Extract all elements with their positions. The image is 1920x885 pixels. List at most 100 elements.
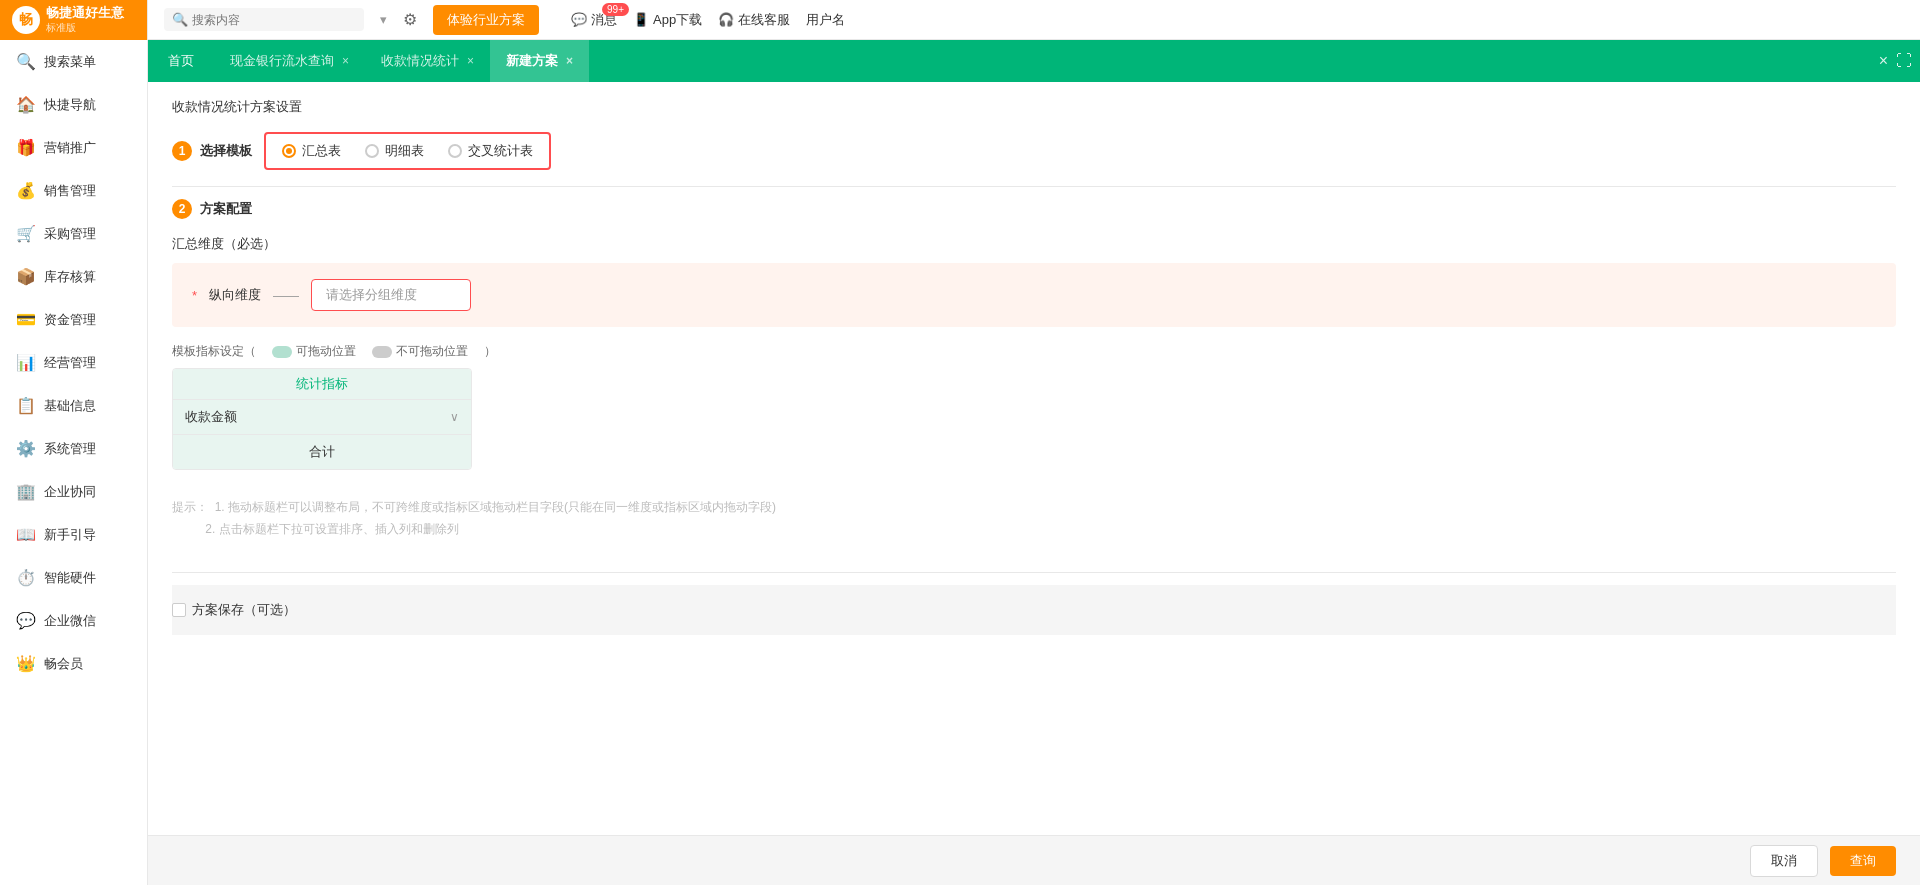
list-icon: 📋 [16, 396, 36, 415]
tabbar: 首页 现金银行流水查询 × 收款情况统计 × 新建方案 × × ⛶ [148, 40, 1920, 82]
sidebar-item-member[interactable]: 👑 畅会员 [0, 642, 147, 685]
main-area: 🔍 ▾ ⚙ 体验行业方案 💬 消息 99+ 📱 App下载 🎧 在线客服 用户名 [148, 0, 1920, 885]
step2-number: 2 [172, 199, 192, 219]
indicator-header: 统计指标 [173, 369, 471, 400]
bottom-action-bar: 取消 查询 [148, 835, 1920, 885]
indicator-table: 统计指标 收款金额 ∨ 合计 [172, 368, 472, 470]
dropdown-icon[interactable]: ▾ [380, 12, 387, 27]
download-icon: 📱 [633, 12, 649, 27]
sidebar-item-weixin[interactable]: 💬 企业微信 [0, 599, 147, 642]
enterprise-icon: 🏢 [16, 482, 36, 501]
tabbar-right-controls: × ⛶ [1879, 52, 1920, 70]
user-avatar[interactable]: 用户名 [806, 11, 845, 29]
tips-section: 提示： 1. 拖动标题栏可以调整布局，不可跨维度或指标区域拖动栏目字段(只能在同… [172, 497, 1896, 540]
search-icon: 🔍 [172, 12, 188, 27]
sidebar-item-operation[interactable]: 📊 经营管理 [0, 341, 147, 384]
service-button[interactable]: 🎧 在线客服 [718, 11, 790, 29]
sidebar-item-search[interactable]: 🔍 搜索菜单 [0, 40, 147, 83]
member-icon: 👑 [16, 654, 36, 673]
tab-receipt[interactable]: 收款情况统计 × [365, 40, 490, 82]
indicator-section-close: ） [484, 343, 496, 360]
tab-receipt-close[interactable]: × [467, 54, 474, 68]
step2-header: 2 方案配置 [172, 199, 1896, 219]
topbar-right: 💬 消息 99+ 📱 App下载 🎧 在线客服 用户名 [571, 11, 845, 29]
sidebar-nav: 🔍 搜索菜单 🏠 快捷导航 🎁 营销推广 💰 销售管理 🛒 采购管理 📦 库存核… [0, 40, 147, 885]
step1-section: 1 选择模板 汇总表 明细表 [172, 132, 1896, 170]
footer-save: 方案保存（可选） [172, 585, 1896, 635]
gift-icon: 🎁 [16, 138, 36, 157]
card-icon: 💳 [16, 310, 36, 329]
required-mark: * [192, 288, 197, 303]
hardware-icon: ⏱️ [16, 568, 36, 587]
trial-button[interactable]: 体验行业方案 [433, 5, 539, 35]
logo-icon: 畅 [12, 6, 40, 34]
step2-title: 方案配置 [200, 200, 252, 218]
sidebar-item-marketing[interactable]: 🎁 营销推广 [0, 126, 147, 169]
cancel-button[interactable]: 取消 [1750, 845, 1818, 877]
search-nav-icon: 🔍 [16, 52, 36, 71]
message-icon: 💬 [571, 12, 587, 27]
tab-home[interactable]: 首页 [148, 40, 214, 82]
legend-fixed: 不可拖动位置 [372, 343, 468, 360]
sidebar-item-purchase[interactable]: 🛒 采购管理 [0, 212, 147, 255]
indicator-legend: 模板指标设定（ 可拖动位置 不可拖动位置 ） [172, 343, 1896, 360]
page-title: 收款情况统计方案设置 [172, 98, 1896, 116]
sidebar-item-sales[interactable]: 💰 销售管理 [0, 169, 147, 212]
config-section: 汇总维度（必选） * 纵向维度 —— 请选择分组维度 [172, 235, 1896, 540]
sidebar-item-guide[interactable]: 📖 新手引导 [0, 513, 147, 556]
gear-nav-icon: ⚙️ [16, 439, 36, 458]
search-bar[interactable]: 🔍 [164, 8, 364, 31]
tip1: 提示： 1. 拖动标题栏可以调整布局，不可跨维度或指标区域拖动栏目字段(只能在同… [172, 497, 1896, 519]
sales-icon: 💰 [16, 181, 36, 200]
dimension-area: * 纵向维度 —— 请选择分组维度 [172, 263, 1896, 327]
step2-section: 2 方案配置 汇总维度（必选） * 纵向维度 —— 请选择分组维度 [172, 199, 1896, 540]
sidebar-item-system[interactable]: ⚙️ 系统管理 [0, 427, 147, 470]
page-wrapper: 收款情况统计方案设置 1 选择模板 汇总表 [148, 82, 1920, 835]
dimension-select[interactable]: 请选择分组维度 [311, 279, 471, 311]
dimension-row-label: 纵向维度 [209, 286, 261, 304]
tab-new-plan[interactable]: 新建方案 × [490, 40, 589, 82]
sidebar-item-enterprise[interactable]: 🏢 企业协同 [0, 470, 147, 513]
search-input[interactable] [192, 13, 352, 27]
download-button[interactable]: 📱 App下载 [633, 11, 702, 29]
amount-dropdown-icon[interactable]: ∨ [450, 410, 459, 424]
legend-movable: 可拖动位置 [272, 343, 356, 360]
sidebar: 畅 畅捷通好生意 标准版 🔍 搜索菜单 🏠 快捷导航 🎁 营销推广 💰 销售管理… [0, 0, 148, 885]
minimize-icon[interactable]: × [1879, 52, 1888, 70]
movable-indicator [272, 346, 292, 358]
radio-cross[interactable]: 交叉统计表 [448, 142, 533, 160]
fixed-indicator [372, 346, 392, 358]
tip2: 2. 点击标题栏下拉可设置排序、插入列和删除列 [172, 519, 1896, 541]
content-area: 收款情况统计方案设置 1 选择模板 汇总表 [148, 82, 1920, 885]
query-button[interactable]: 查询 [1830, 846, 1896, 876]
save-checkbox-label[interactable]: 方案保存（可选） [172, 601, 296, 619]
step1-title: 选择模板 [200, 142, 252, 160]
dimension-arrow: —— [273, 288, 299, 303]
sidebar-item-quick-nav[interactable]: 🏠 快捷导航 [0, 83, 147, 126]
radio-summary[interactable]: 汇总表 [282, 142, 341, 160]
sidebar-logo: 畅 畅捷通好生意 标准版 [0, 0, 147, 40]
sidebar-item-inventory[interactable]: 📦 库存核算 [0, 255, 147, 298]
sidebar-item-fund[interactable]: 💳 资金管理 [0, 298, 147, 341]
tab-bank-close[interactable]: × [342, 54, 349, 68]
indicator-row-amount[interactable]: 收款金额 ∨ [173, 400, 471, 435]
radio-cross-btn [448, 144, 462, 158]
dimension-title: 汇总维度（必选） [172, 235, 1896, 253]
radio-detail[interactable]: 明细表 [365, 142, 424, 160]
settings-icon[interactable]: ⚙ [403, 10, 417, 29]
step1-number: 1 [172, 141, 192, 161]
home-icon: 🏠 [16, 95, 36, 114]
save-checkbox-input[interactable] [172, 603, 186, 617]
topbar: 🔍 ▾ ⚙ 体验行业方案 💬 消息 99+ 📱 App下载 🎧 在线客服 用户名 [148, 0, 1920, 40]
guide-icon: 📖 [16, 525, 36, 544]
tab-new-plan-close[interactable]: × [566, 54, 573, 68]
message-button[interactable]: 💬 消息 99+ [571, 11, 617, 29]
weixin-icon: 💬 [16, 611, 36, 630]
tab-bank[interactable]: 现金银行流水查询 × [214, 40, 365, 82]
sidebar-item-hardware[interactable]: ⏱️ 智能硬件 [0, 556, 147, 599]
maximize-icon[interactable]: ⛶ [1896, 52, 1912, 70]
logo-text: 畅捷通好生意 标准版 [46, 5, 124, 35]
sidebar-item-basic[interactable]: 📋 基础信息 [0, 384, 147, 427]
headset-icon: 🎧 [718, 12, 734, 27]
radio-detail-btn [365, 144, 379, 158]
